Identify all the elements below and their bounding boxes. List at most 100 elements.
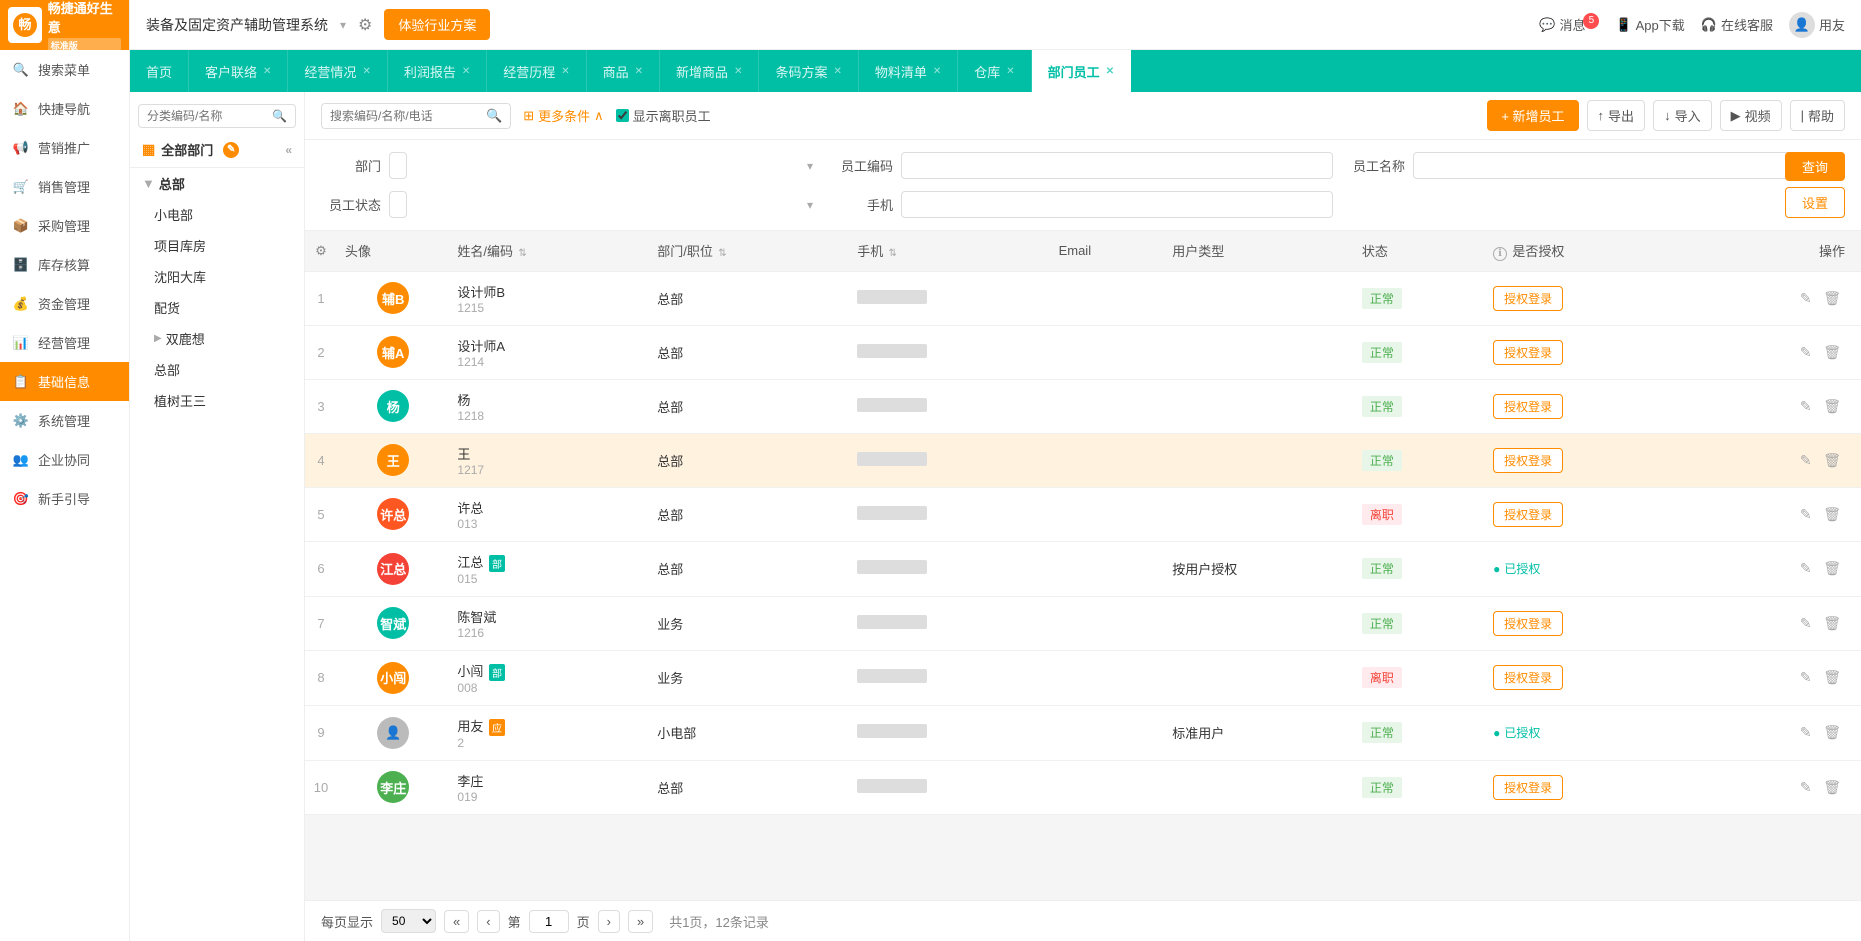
tab-close-employee[interactable]: ✕ <box>1106 66 1114 77</box>
tab-operation[interactable]: 经营情况 ✕ <box>288 50 387 92</box>
auth-login-btn[interactable]: 授权登录 <box>1493 665 1563 690</box>
more-filter-btn[interactable]: ⊞ 更多条件 ∧ <box>523 106 603 125</box>
settings-icon[interactable]: ⚙ <box>315 243 327 258</box>
dept-search-input[interactable] <box>147 109 272 123</box>
tab-close-profit[interactable]: ✕ <box>462 66 470 77</box>
auth-login-btn[interactable]: 授权登录 <box>1493 775 1563 800</box>
delete-btn[interactable]: 🗑 <box>1823 779 1841 795</box>
query-btn[interactable]: 查询 <box>1785 152 1845 181</box>
delete-btn[interactable]: 🗑 <box>1823 615 1841 631</box>
sidebar-item-management[interactable]: 📊 经营管理 <box>0 323 129 362</box>
edit-btn[interactable]: ✎ <box>1800 724 1812 740</box>
tab-bom[interactable]: 物料清单 ✕ <box>859 50 958 92</box>
tab-warehouse[interactable]: 仓库 ✕ <box>958 50 1031 92</box>
tab-close-operation[interactable]: ✕ <box>362 66 370 77</box>
dept-item-peihuo[interactable]: 配货 <box>130 292 304 323</box>
auth-info-icon[interactable]: ℹ <box>1493 247 1507 261</box>
tab-history[interactable]: 经营历程 ✕ <box>487 50 586 92</box>
tab-close-history[interactable]: ✕ <box>561 66 569 77</box>
sidebar-item-collab[interactable]: 👥 企业协同 <box>0 440 129 479</box>
user-menu[interactable]: 👤 用友 <box>1789 12 1845 38</box>
trial-btn[interactable]: 体验行业方案 <box>384 9 490 40</box>
sidebar-item-inventory[interactable]: 🗄️ 库存核算 <box>0 245 129 284</box>
delete-btn[interactable]: 🗑 <box>1823 452 1841 468</box>
dept-item-zongbu-parent[interactable]: ▼ 总部 <box>130 168 304 199</box>
view-btn[interactable]: ▶ 视频 <box>1720 100 1782 131</box>
help-btn[interactable]: | 帮助 <box>1790 100 1845 131</box>
auth-login-btn[interactable]: 授权登录 <box>1493 394 1563 419</box>
tab-home[interactable]: 首页 <box>130 50 189 92</box>
tab-close-goods[interactable]: ✕ <box>635 66 643 77</box>
dept-all-item[interactable]: ▦ 全部部门 ✎ « <box>130 132 304 168</box>
delete-btn[interactable]: 🗑 <box>1823 669 1841 685</box>
sidebar-item-system[interactable]: ⚙️ 系统管理 <box>0 401 129 440</box>
edit-btn[interactable]: ✎ <box>1800 669 1812 685</box>
edit-btn[interactable]: ✎ <box>1800 560 1812 576</box>
dept-item-shuanglu[interactable]: ▶ 双鹿想 <box>130 323 304 354</box>
sidebar-item-basic[interactable]: 📋 基础信息 <box>0 362 129 401</box>
prev-first-btn[interactable]: « <box>444 910 469 933</box>
auth-login-btn[interactable]: 授权登录 <box>1493 286 1563 311</box>
tab-close-barcode[interactable]: ✕ <box>833 66 841 77</box>
online-service-btn[interactable]: 🎧 在线客服 <box>1701 15 1773 34</box>
sidebar-item-search[interactable]: 🔍 搜索菜单 <box>0 50 129 89</box>
export-btn[interactable]: ↑ 导出 <box>1587 100 1646 131</box>
show-resigned-toggle[interactable]: 显示离职员工 <box>616 106 711 125</box>
show-resigned-checkbox[interactable] <box>616 109 629 122</box>
tab-employee[interactable]: 部门员工 ✕ <box>1032 50 1131 92</box>
auth-login-btn[interactable]: 授权登录 <box>1493 502 1563 527</box>
message-btn[interactable]: 💬 消息 5 <box>1539 15 1599 34</box>
tab-newgoods[interactable]: 新增商品 ✕ <box>660 50 759 92</box>
delete-btn[interactable]: 🗑 <box>1823 724 1841 740</box>
sort-name-icon[interactable]: ⇅ <box>518 248 526 259</box>
sidebar-item-purchase[interactable]: 📦 采购管理 <box>0 206 129 245</box>
phone-input[interactable] <box>901 191 1333 218</box>
emp-status-select[interactable] <box>389 191 407 218</box>
sort-phone-icon[interactable]: ⇅ <box>889 248 897 259</box>
dept-select[interactable] <box>389 152 407 179</box>
tab-profit[interactable]: 利润报告 ✕ <box>388 50 487 92</box>
per-page-select[interactable]: 50 100 200 <box>381 909 436 933</box>
dept-item-zongbu[interactable]: 总部 <box>130 354 304 385</box>
emp-code-input[interactable] <box>901 152 1333 179</box>
sidebar-item-sales[interactable]: 🛒 销售管理 <box>0 167 129 206</box>
tab-close-customer[interactable]: ✕ <box>263 66 271 77</box>
add-employee-btn[interactable]: + 新增员工 <box>1487 100 1578 131</box>
delete-btn[interactable]: 🗑 <box>1823 560 1841 576</box>
import-btn[interactable]: ↓ 导入 <box>1653 100 1712 131</box>
auth-login-btn[interactable]: 授权登录 <box>1493 611 1563 636</box>
next-last-btn[interactable]: » <box>628 910 653 933</box>
emp-name-input[interactable] <box>1413 152 1845 179</box>
next-btn[interactable]: › <box>598 910 620 933</box>
tab-goods[interactable]: 商品 ✕ <box>587 50 660 92</box>
search-input[interactable] <box>330 109 480 123</box>
collapse-tree-btn[interactable]: « <box>285 143 292 157</box>
edit-btn[interactable]: ✎ <box>1800 290 1812 306</box>
edit-btn[interactable]: ✎ <box>1800 506 1812 522</box>
tab-close-bom[interactable]: ✕ <box>933 66 941 77</box>
app-download-btn[interactable]: 📱 App下载 <box>1615 15 1684 34</box>
tab-close-warehouse[interactable]: ✕ <box>1006 66 1014 77</box>
edit-dept-icon[interactable]: ✎ <box>223 142 239 158</box>
page-input[interactable] <box>529 910 569 933</box>
set-btn[interactable]: 设置 <box>1785 187 1845 218</box>
edit-btn[interactable]: ✎ <box>1800 779 1812 795</box>
dept-item-shenyangdaku[interactable]: 沈阳大库 <box>130 261 304 292</box>
sidebar-item-guide[interactable]: 🎯 新手引导 <box>0 479 129 518</box>
prev-btn[interactable]: ‹ <box>477 910 499 933</box>
edit-btn[interactable]: ✎ <box>1800 398 1812 414</box>
auth-login-btn[interactable]: 授权登录 <box>1493 448 1563 473</box>
edit-btn[interactable]: ✎ <box>1800 452 1812 468</box>
delete-btn[interactable]: 🗑 <box>1823 290 1841 306</box>
sidebar-item-finance[interactable]: 💰 资金管理 <box>0 284 129 323</box>
dept-item-xiaodianbu[interactable]: 小电部 <box>130 199 304 230</box>
delete-btn[interactable]: 🗑 <box>1823 398 1841 414</box>
tab-close-newgoods[interactable]: ✕ <box>734 66 742 77</box>
edit-btn[interactable]: ✎ <box>1800 615 1812 631</box>
dept-item-zhishu[interactable]: 植树王三 <box>130 385 304 416</box>
auth-login-btn[interactable]: 授权登录 <box>1493 340 1563 365</box>
tab-customer[interactable]: 客户联络 ✕ <box>189 50 288 92</box>
delete-btn[interactable]: 🗑 <box>1823 506 1841 522</box>
edit-btn[interactable]: ✎ <box>1800 344 1812 360</box>
sidebar-item-marketing[interactable]: 📢 营销推广 <box>0 128 129 167</box>
